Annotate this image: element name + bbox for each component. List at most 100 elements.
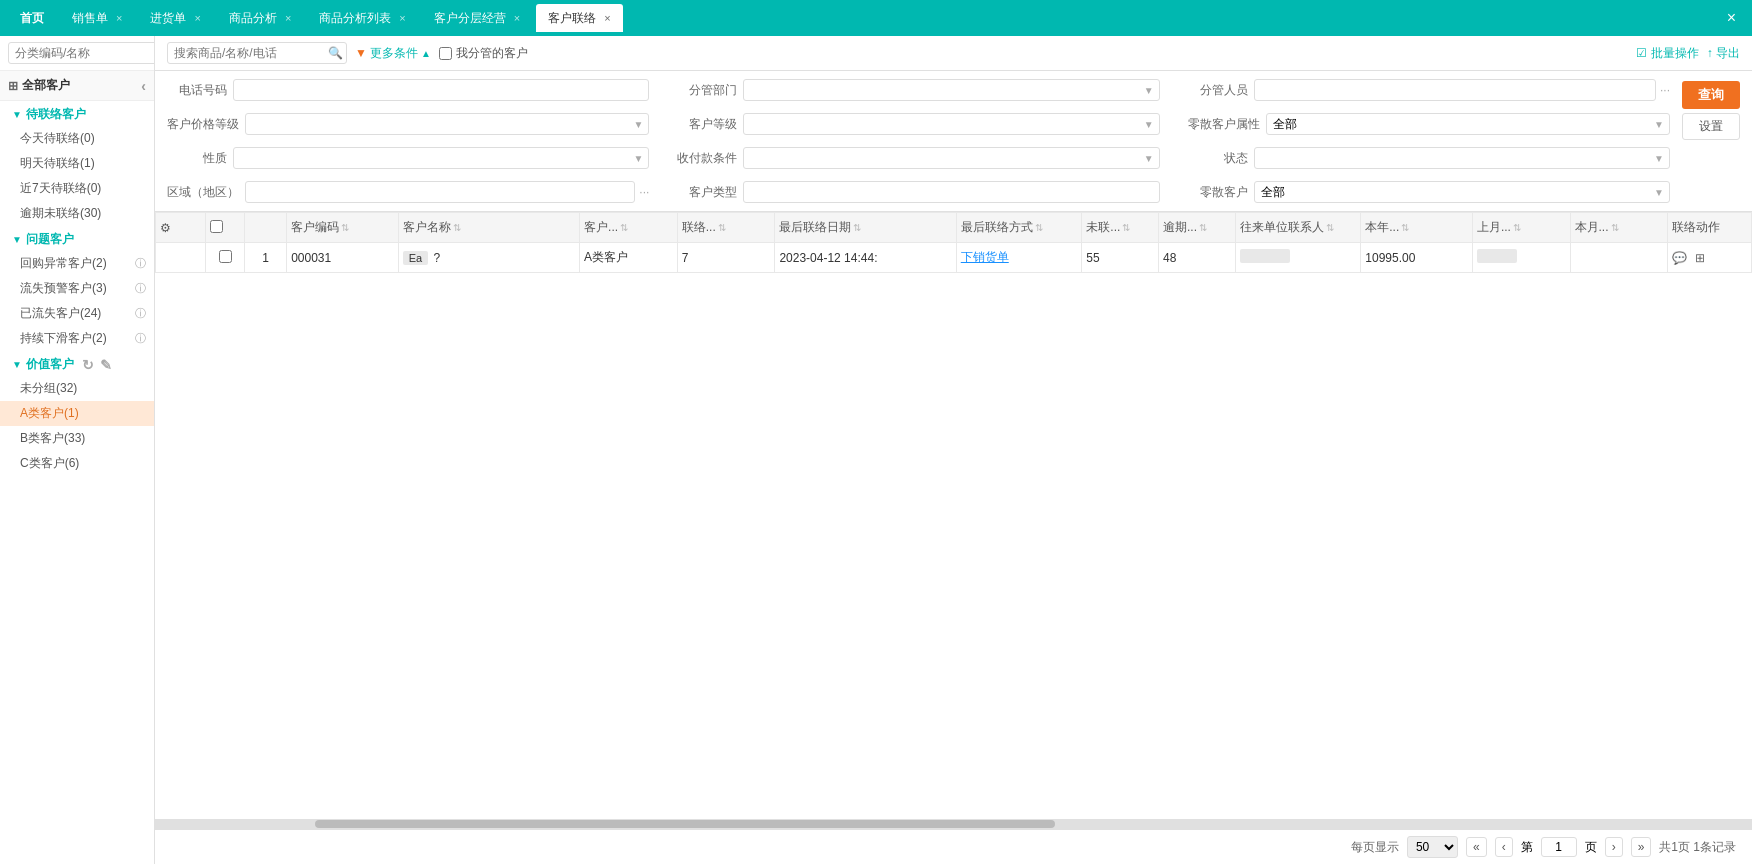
sidebar-group-problem[interactable]: ▼ 问题客户 <box>0 226 154 251</box>
tab-product-analysis-close[interactable]: × <box>285 12 291 24</box>
sidebar-search-input[interactable] <box>8 42 155 64</box>
tab-product-list-close[interactable]: × <box>399 12 405 24</box>
prev-page-button[interactable]: ‹ <box>1495 837 1513 857</box>
sort-icon-ctype[interactable]: ⇅ <box>620 222 628 233</box>
edit-icon[interactable]: ✎ <box>100 357 112 373</box>
window-close[interactable]: × <box>1719 5 1744 31</box>
col-settings[interactable]: ⚙ <box>156 213 206 243</box>
tab-product-analysis[interactable]: 商品分析 × <box>217 4 303 32</box>
sort-icon-lastmonth[interactable]: ⇅ <box>1513 222 1521 233</box>
tab-customer-tier-close[interactable]: × <box>514 12 520 24</box>
sort-icon-lastdate[interactable]: ⇅ <box>853 222 861 233</box>
sidebar-item-churn-warn[interactable]: 流失预警客户(3) ⓘ <box>0 276 154 301</box>
row-lastway[interactable]: 下销货单 <box>956 243 1082 273</box>
col-uncontact[interactable]: 未联... ⇅ <box>1082 213 1159 243</box>
sidebar-item-overdue[interactable]: 逾期未联络(30) <box>0 201 154 226</box>
col-thisyear[interactable]: 本年... ⇅ <box>1361 213 1473 243</box>
my-customer-checkbox[interactable] <box>439 47 452 60</box>
sort-icon-uncontact[interactable]: ⇅ <box>1122 222 1130 233</box>
sort-icon-name[interactable]: ⇅ <box>453 222 461 233</box>
tab-purchase-close[interactable]: × <box>194 12 200 24</box>
tab-purchase[interactable]: 进货单 × <box>138 4 212 32</box>
help-icon-4[interactable]: ⓘ <box>135 331 146 346</box>
sort-icon-thisyear[interactable]: ⇅ <box>1401 222 1409 233</box>
horizontal-scrollbar[interactable] <box>155 819 1752 829</box>
col-thismonth[interactable]: 本月... ⇅ <box>1570 213 1668 243</box>
customer-grade-select[interactable] <box>743 113 1159 135</box>
col-lastmonth[interactable]: 上月... ⇅ <box>1472 213 1570 243</box>
more-filter-button[interactable]: ▼ 更多条件 ▲ <box>355 45 431 62</box>
sidebar-item-b-class[interactable]: B类客户(33) <box>0 426 154 451</box>
col-name[interactable]: 客户名称 ⇅ <box>398 213 579 243</box>
sidebar-item-ungrouped[interactable]: 未分组(32) <box>0 376 154 401</box>
nature-select[interactable] <box>233 147 649 169</box>
price-grade-select[interactable] <box>245 113 649 135</box>
last-page-button[interactable]: » <box>1631 837 1652 857</box>
collapse-icon[interactable]: ‹ <box>141 78 146 94</box>
dept-select[interactable] <box>743 79 1159 101</box>
sort-icon-lastway[interactable]: ⇅ <box>1035 222 1043 233</box>
manager-input[interactable] <box>1254 79 1656 101</box>
help-icon-2[interactable]: ⓘ <box>135 281 146 296</box>
payment-select[interactable] <box>743 147 1159 169</box>
action-chat-icon[interactable]: 💬 <box>1672 251 1687 265</box>
phone-input[interactable] <box>233 79 649 101</box>
action-grid-icon[interactable]: ⊞ <box>1695 251 1705 265</box>
row-name[interactable]: Ea ? <box>398 243 579 273</box>
retail-attr-select[interactable]: 全部 <box>1266 113 1670 135</box>
select-all-checkbox[interactable] <box>210 220 223 233</box>
settings-button[interactable]: 设置 <box>1682 113 1740 140</box>
sort-icon-code[interactable]: ⇅ <box>341 222 349 233</box>
col-check[interactable] <box>206 213 245 243</box>
sidebar-item-7days[interactable]: 近7天待联络(0) <box>0 176 154 201</box>
row-checkbox[interactable] <box>219 250 232 263</box>
sidebar-item-today[interactable]: 今天待联络(0) <box>0 126 154 151</box>
sidebar-item-tomorrow[interactable]: 明天待联络(1) <box>0 151 154 176</box>
col-contact[interactable]: 联络... ⇅ <box>677 213 775 243</box>
sidebar-item-a-class[interactable]: A类客户(1) <box>0 401 154 426</box>
main-search-icon[interactable]: 🔍 <box>328 46 343 60</box>
tab-home[interactable]: 首页 <box>8 4 56 32</box>
sidebar-item-repurchase[interactable]: 回购异常客户(2) ⓘ <box>0 251 154 276</box>
tab-customer-contact-close[interactable]: × <box>604 12 610 24</box>
row-check[interactable] <box>206 243 245 273</box>
sort-icon-contact[interactable]: ⇅ <box>718 222 726 233</box>
col-lastdate[interactable]: 最后联络日期 ⇅ <box>775 213 956 243</box>
manager-dots[interactable]: ··· <box>1660 83 1670 97</box>
batch-button[interactable]: ☑ 批量操作 <box>1636 45 1698 62</box>
page-number-input[interactable] <box>1541 837 1577 857</box>
sidebar-group-pending[interactable]: ▼ 待联络客户 <box>0 101 154 126</box>
sidebar-all-customers[interactable]: ⊞ 全部客户 ‹ <box>0 71 154 101</box>
col-lastway[interactable]: 最后联络方式 ⇅ <box>956 213 1082 243</box>
lastway-link[interactable]: 下销货单 <box>961 250 1009 264</box>
col-code[interactable]: 客户编码 ⇅ <box>287 213 399 243</box>
scroll-thumb[interactable] <box>315 820 1055 828</box>
cust-type-input[interactable] <box>743 181 1159 203</box>
next-page-button[interactable]: › <box>1605 837 1623 857</box>
region-input[interactable] <box>245 181 635 203</box>
help-icon-1[interactable]: ⓘ <box>135 256 146 271</box>
region-dots[interactable]: ··· <box>639 185 649 199</box>
tab-sales[interactable]: 销售单 × <box>60 4 134 32</box>
col-overdue[interactable]: 逾期... ⇅ <box>1159 213 1236 243</box>
sidebar-item-churned[interactable]: 已流失客户(24) ⓘ <box>0 301 154 326</box>
main-search-input[interactable] <box>174 46 324 60</box>
sidebar-item-declining[interactable]: 持续下滑客户(2) ⓘ <box>0 326 154 351</box>
tab-customer-tier[interactable]: 客户分层经营 × <box>422 4 532 32</box>
retail-select[interactable]: 全部 <box>1254 181 1670 203</box>
my-customer-checkbox-label[interactable]: 我分管的客户 <box>439 45 528 62</box>
tab-sales-close[interactable]: × <box>116 12 122 24</box>
tab-customer-contact[interactable]: 客户联络 × <box>536 4 622 32</box>
export-button[interactable]: ↑ 导出 <box>1707 45 1740 62</box>
tab-product-list[interactable]: 商品分析列表 × <box>307 4 417 32</box>
help-icon-3[interactable]: ⓘ <box>135 306 146 321</box>
sort-icon-thismonth[interactable]: ⇅ <box>1611 222 1619 233</box>
sort-icon-unitcontact[interactable]: ⇅ <box>1326 222 1334 233</box>
status-select[interactable] <box>1254 147 1670 169</box>
sidebar-item-c-class[interactable]: C类客户(6) <box>0 451 154 476</box>
page-size-select[interactable]: 50 100 200 <box>1407 836 1458 858</box>
sort-icon-overdue[interactable]: ⇅ <box>1199 222 1207 233</box>
col-unitcontact[interactable]: 往来单位联系人 ⇅ <box>1235 213 1361 243</box>
col-ctype[interactable]: 客户... ⇅ <box>580 213 678 243</box>
refresh-icon[interactable]: ↻ <box>82 357 94 373</box>
